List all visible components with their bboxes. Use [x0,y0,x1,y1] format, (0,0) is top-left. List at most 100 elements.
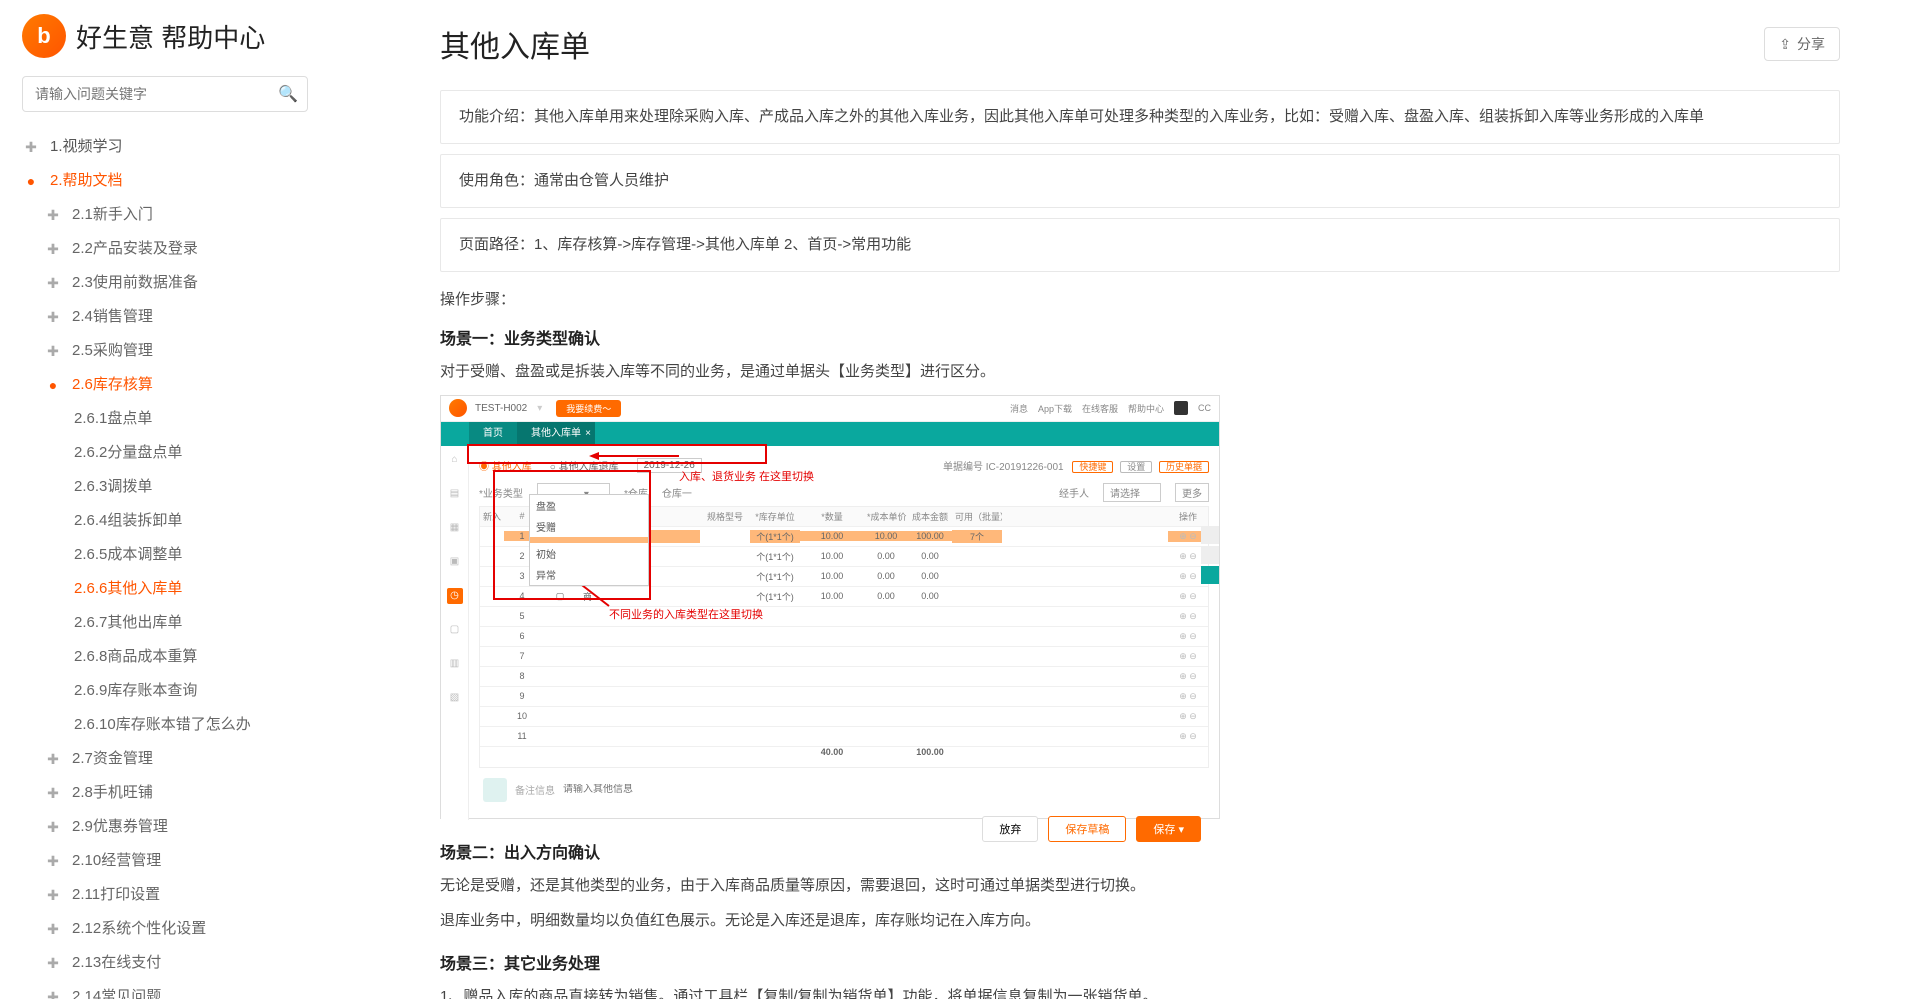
nav-label: 2.5采购管理 [72,340,153,362]
tool-icon[interactable] [1201,526,1219,544]
share-button[interactable]: ⇪分享 [1764,27,1840,61]
chevron-down-icon: ▾ [537,403,542,414]
table-row: 6⊕ ⊖ [480,627,1208,647]
nav-2-6-1[interactable]: 2.6.1盘点单 [22,408,308,430]
search-icon[interactable]: 🔍 [278,84,298,104]
filter-handler-label: 经手人 [1059,485,1089,500]
nav-label: 2.4销售管理 [72,306,153,328]
radio-label: 其他入库 [492,462,532,473]
btn-label: 保存 [1153,824,1175,836]
mock-link-msg[interactable]: 消息 [1010,402,1028,415]
scene3-title: 场景三：其它业务处理 [440,950,1840,974]
nav-2-10[interactable]: ✚2.10经营管理 [22,850,308,872]
nav-2-6-7[interactable]: 2.6.7其他出库单 [22,612,308,634]
th-unit: *库存单位 [750,510,800,523]
role-box: 使用角色：通常由仓管人员维护 [440,154,1840,208]
dd-item-0[interactable]: 盘盈 [530,495,648,516]
nav-2-6-10[interactable]: 2.6.10库存账本错了怎么办 [22,714,308,736]
nav-2-4[interactable]: ✚2.4销售管理 [22,306,308,328]
nav-help-docs[interactable]: ●2.帮助文档 [22,170,308,192]
dd-item-4[interactable]: 异常 [530,564,648,585]
page-title: 其他入库单 [440,22,590,66]
close-icon[interactable]: × [585,422,591,446]
nav-video-learning[interactable]: ✚1.视频学习 [22,136,308,158]
mock-radio-in[interactable]: ◉ 其他入库 [479,458,532,473]
nav-2-6-3[interactable]: 2.6.3调拨单 [22,476,308,498]
screenshot-mock: TEST-H002 ▾ 我要续费～ 消息 App下载 在线客服 帮助中心 CC … [440,395,1220,819]
nav-2-5[interactable]: ✚2.5采购管理 [22,340,308,362]
filter-handler-select[interactable]: 请选择 [1103,483,1161,502]
share-icon: ⇪ [1779,36,1791,53]
doc-icon[interactable]: ▤ [447,486,463,502]
dd-item-1[interactable]: 受赠 [530,516,648,537]
mock-radio-return[interactable]: ○ 其他入库退库 [550,458,619,473]
nav-2-6-4[interactable]: 2.6.4组装拆卸单 [22,510,308,532]
th-ops: 操作 [1168,510,1208,523]
mock-save-button[interactable]: 保存 ▾ [1136,816,1201,842]
nav-label: 2.2产品安装及登录 [72,238,198,260]
mock-link-help[interactable]: 帮助中心 [1128,402,1164,415]
mock-account: TEST-H002 [475,403,527,414]
mock-tabs: 首页 其他入库单× [441,422,1219,446]
mock-content: ◉ 其他入库 ○ 其他入库退库 2019-12-26 单据编号 IC-20191… [469,446,1219,820]
nav-2-9[interactable]: ✚2.9优惠券管理 [22,816,308,838]
chart-icon[interactable]: ▥ [447,656,463,672]
nav-2-3[interactable]: ✚2.3使用前数据准备 [22,272,308,294]
nav-label: 2.14常见问题 [72,986,161,999]
nav-2-1[interactable]: ✚2.1新手入门 [22,204,308,226]
mock-user: CC [1198,403,1211,413]
nav-2-6[interactable]: ●2.6库存核算 [22,374,308,396]
nav-2-6-8[interactable]: 2.6.8商品成本重算 [22,646,308,668]
tool-icon[interactable] [1201,566,1219,584]
calendar-icon[interactable]: ▣ [447,554,463,570]
mock-docno-label: 单据编号 [943,462,983,473]
table-row[interactable]: 4▢商个(1*1个)10.000.000.00⊕ ⊖ [480,587,1208,607]
table-sum-row: 40.00 100.00 [480,747,1208,767]
nav-2-7[interactable]: ✚2.7资金管理 [22,748,308,770]
nav-2-6-6[interactable]: 2.6.6其他入库单 [22,578,308,600]
mock-link-app[interactable]: App下载 [1038,402,1072,415]
plus-icon: ✚ [44,240,62,258]
nav-2-8[interactable]: ✚2.8手机旺铺 [22,782,308,804]
plus-icon: ✚ [44,852,62,870]
nav-2-11[interactable]: ✚2.11打印设置 [22,884,308,906]
nav-2-6-9[interactable]: 2.6.9库存账本查询 [22,680,308,702]
table-row: 8⊕ ⊖ [480,667,1208,687]
clock-icon[interactable]: ◷ [447,588,463,604]
table-row: 5⊕ ⊖ [480,607,1208,627]
nav-2-6-5[interactable]: 2.6.5成本调整单 [22,544,308,566]
cube-icon[interactable]: ▦ [447,520,463,536]
cart-icon[interactable]: ▧ [447,690,463,706]
nav-label: 2.6库存核算 [72,374,153,396]
nav-2-6-2[interactable]: 2.6.2分量盘点单 [22,442,308,464]
brand: b 好生意 帮助中心 [22,14,308,58]
home-icon[interactable]: ⌂ [447,452,463,468]
mock-tab-current[interactable]: 其他入库单× [517,422,595,446]
plus-icon: ✚ [44,954,62,972]
remark-input[interactable] [563,784,1205,795]
plus-icon: ✚ [44,920,62,938]
nav-2-12[interactable]: ✚2.12系统个性化设置 [22,918,308,940]
table-row: 10⊕ ⊖ [480,707,1208,727]
mock-discard-button[interactable]: 放弃 [982,816,1038,842]
nav-2-14[interactable]: ✚2.14常见问题 [22,986,308,999]
mock-pill-history[interactable]: 历史单据 [1159,461,1209,473]
radio-label: 其他入库退库 [559,462,619,473]
nav-2-2[interactable]: ✚ 2.2产品安装及登录 [22,238,308,260]
logo-letter: b [37,23,50,49]
mock-link-service[interactable]: 在线客服 [1082,402,1118,415]
mock-pill-settings[interactable]: 设置 [1120,461,1152,473]
minus-icon: ● [22,172,40,190]
mock-right-tools [1201,526,1219,584]
bag-icon[interactable]: ▢ [447,622,463,638]
mock-upgrade-button[interactable]: 我要续费～ [556,400,621,417]
th-qty: *数量 [800,510,864,523]
mock-save-draft-button[interactable]: 保存草稿 [1048,816,1126,842]
dd-item-3[interactable]: 初始 [530,543,648,564]
tool-icon[interactable] [1201,546,1219,564]
filter-more-button[interactable]: 更多 [1175,483,1209,502]
search-input[interactable] [22,76,308,112]
nav-2-13[interactable]: ✚2.13在线支付 [22,952,308,974]
mock-pill-shortcut[interactable]: 快捷键 [1072,461,1113,473]
mock-tab-home[interactable]: 首页 [469,422,517,446]
